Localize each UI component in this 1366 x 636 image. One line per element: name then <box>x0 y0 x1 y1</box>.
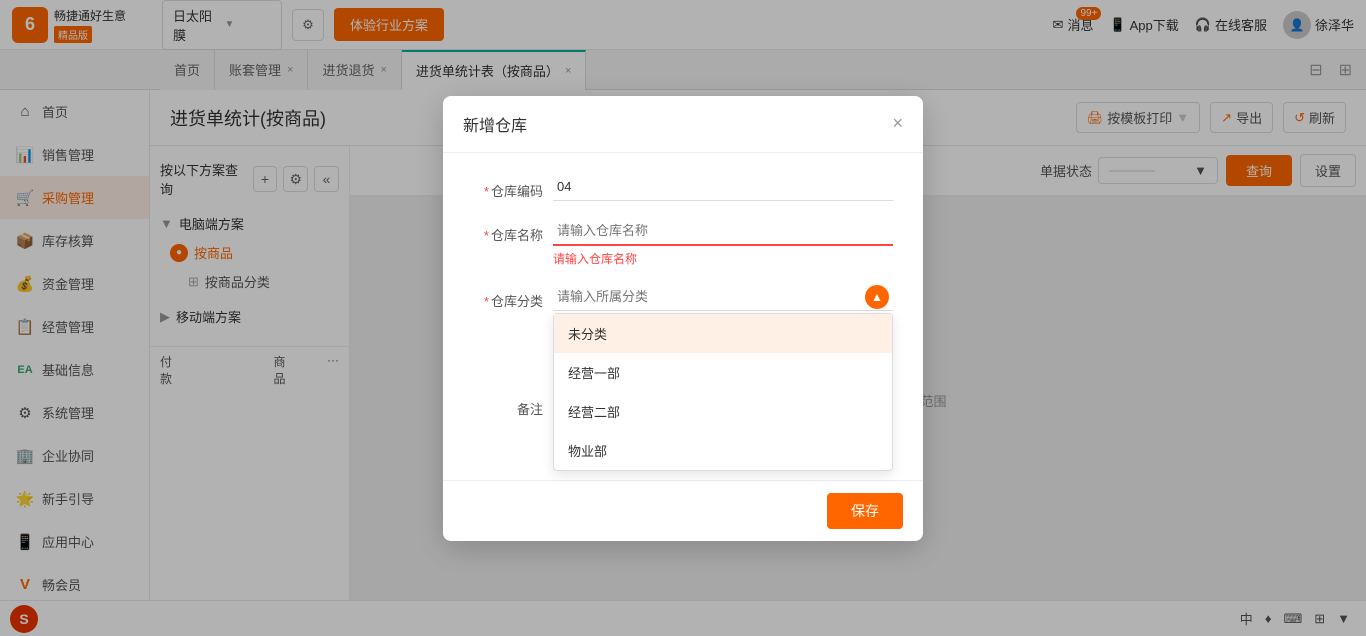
category-dropdown: 未分类 经营一部 经营二部 物业部 <box>553 313 893 471</box>
code-field <box>553 173 893 201</box>
dropdown-item-dept3[interactable]: 物业部 <box>554 431 892 470</box>
form-row-category: 仓库分类 ▲ 未分类 经营一部 经营二部 物业部 <box>473 283 893 311</box>
new-warehouse-modal: 新增仓库 × 仓库编码 仓库名称 <box>443 96 923 541</box>
modal-footer: 保存 <box>443 480 923 541</box>
category-field: ▲ 未分类 经营一部 经营二部 物业部 <box>553 283 893 311</box>
category-toggle-button[interactable]: ▲ <box>865 285 889 309</box>
modal-body: 仓库编码 仓库名称 请输入仓库名称 <box>443 153 923 480</box>
main-layout: ⌂ 首页 📊 销售管理 🛒 采购管理 📦 库存核算 💰 资金管理 📋 经营管理 … <box>0 90 1366 636</box>
modal-overlay: 新增仓库 × 仓库编码 仓库名称 <box>0 0 1366 636</box>
name-label: 仓库名称 <box>473 217 553 244</box>
category-input[interactable] <box>553 283 893 311</box>
form-row-code: 仓库编码 <box>473 173 893 201</box>
save-button[interactable]: 保存 <box>827 493 903 529</box>
name-field: 请输入仓库名称 <box>553 217 893 267</box>
note-label: 备注 <box>473 391 553 418</box>
name-input[interactable] <box>553 217 893 246</box>
dropdown-item-uncategorized[interactable]: 未分类 <box>554 314 892 353</box>
dropdown-item-dept1[interactable]: 经营一部 <box>554 353 892 392</box>
dropdown-item-dept2[interactable]: 经营二部 <box>554 392 892 431</box>
modal-title: 新增仓库 <box>463 112 527 136</box>
modal-header: 新增仓库 × <box>443 96 923 153</box>
code-label: 仓库编码 <box>473 173 553 200</box>
form-row-name: 仓库名称 请输入仓库名称 <box>473 217 893 267</box>
modal-close-button[interactable]: × <box>892 113 903 134</box>
name-error-msg: 请输入仓库名称 <box>553 250 893 267</box>
code-input[interactable] <box>553 173 893 201</box>
category-label: 仓库分类 <box>473 283 553 310</box>
right-content: 进货单统计(按商品) 🖨 按模板打印 ▼ ↗ 导出 ↺ 刷新 <box>150 90 1366 636</box>
